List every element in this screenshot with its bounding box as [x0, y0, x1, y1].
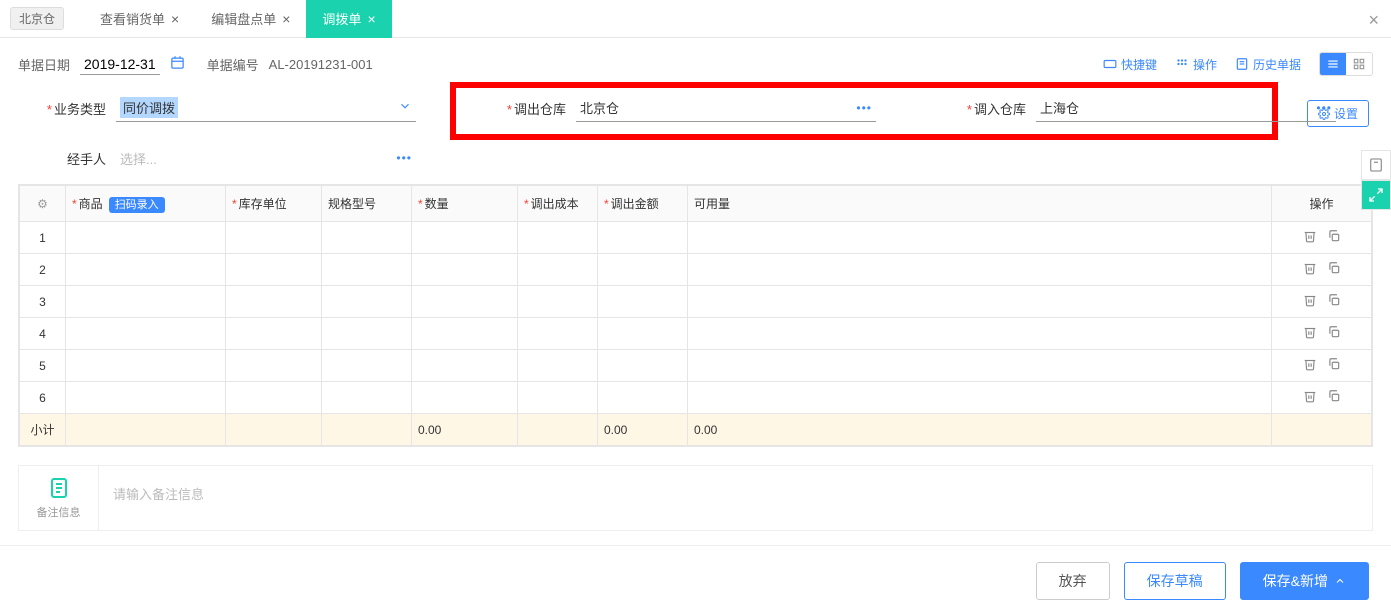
row-index: 2 — [20, 254, 66, 286]
view-toggle — [1319, 52, 1373, 76]
remark-title: 备注信息 — [37, 504, 81, 520]
copy-icon[interactable] — [1327, 325, 1341, 342]
in-wh-label: *调入仓库 — [938, 99, 1026, 118]
clipboard-icon — [47, 476, 71, 500]
more-icon[interactable]: ••• — [396, 151, 412, 165]
subtotal-label: 小计 — [20, 414, 66, 446]
calendar-icon[interactable] — [170, 55, 185, 74]
close-icon[interactable]: × — [367, 11, 375, 27]
row-index: 3 — [20, 286, 66, 318]
table-row[interactable]: 2 — [20, 254, 1372, 286]
discard-button[interactable]: 放弃 — [1036, 562, 1110, 600]
th-spec: 规格型号 — [322, 186, 412, 222]
row-index: 6 — [20, 382, 66, 414]
remark-input[interactable]: 请输入备注信息 — [99, 466, 1372, 530]
remark-section: 备注信息 请输入备注信息 — [18, 465, 1373, 531]
th-out-cost: *调出成本 — [518, 186, 598, 222]
chevron-down-icon — [398, 99, 412, 116]
tabs-bar: 北京仓 查看销货单 × 编辑盘点单 × 调拨单 × × — [0, 0, 1391, 38]
th-gear[interactable]: ⚙ — [20, 186, 66, 222]
th-out-amount: *调出金额 — [598, 186, 688, 222]
scan-badge[interactable]: 扫码录入 — [109, 197, 165, 213]
items-table: ⚙ *商品扫码录入 *库存单位 规格型号 *数量 *调出成本 *调出金额 可用量… — [19, 185, 1372, 446]
out-wh-label: *调出仓库 — [478, 99, 566, 118]
code-value: AL-20191231-001 — [269, 57, 373, 72]
delete-icon[interactable] — [1303, 325, 1317, 342]
row-index: 4 — [20, 318, 66, 350]
field-in-warehouse: *调入仓库 上海仓 ••• — [938, 94, 1336, 122]
copy-icon[interactable] — [1327, 261, 1341, 278]
chevron-up-icon — [1334, 575, 1346, 587]
view-list-icon[interactable] — [1320, 53, 1346, 75]
more-icon[interactable]: ••• — [856, 101, 872, 115]
header-actions: 快捷键 操作 历史单据 — [1103, 52, 1373, 76]
subtotal-amount: 0.00 — [598, 414, 688, 446]
in-wh-select[interactable]: 上海仓 ••• — [1036, 94, 1336, 122]
copy-icon[interactable] — [1327, 293, 1341, 310]
out-wh-select[interactable]: 北京仓 ••• — [576, 94, 876, 122]
table-wrap: ⚙ *商品扫码录入 *库存单位 规格型号 *数量 *调出成本 *调出金额 可用量… — [18, 184, 1373, 447]
tab-label: 编辑盘点单 — [211, 9, 276, 28]
date-label: 单据日期 — [18, 55, 70, 74]
copy-icon[interactable] — [1327, 229, 1341, 246]
save-draft-button[interactable]: 保存草稿 — [1124, 562, 1226, 600]
tab-inventory-edit[interactable]: 编辑盘点单 × — [195, 0, 306, 38]
more-icon[interactable]: ••• — [1316, 101, 1332, 115]
handler-label: 经手人 — [18, 149, 106, 168]
th-qty: *数量 — [412, 186, 518, 222]
doc-header: 单据日期 2019-12-31 单据编号 AL-20191231-001 快捷键… — [0, 38, 1391, 90]
handler-select[interactable]: 选择... ••• — [116, 144, 416, 172]
table-row[interactable]: 5 — [20, 350, 1372, 382]
tab-transfer[interactable]: 调拨单 × — [306, 0, 391, 38]
tab-sales[interactable]: 查看销货单 × — [84, 0, 195, 38]
field-biz-type: *业务类型 同价调拨 — [18, 94, 416, 122]
close-icon[interactable]: × — [282, 11, 290, 27]
subtotal-qty: 0.00 — [412, 414, 518, 446]
copy-icon[interactable] — [1327, 389, 1341, 406]
tab-label: 调拨单 — [322, 9, 361, 28]
history-link[interactable]: 历史单据 — [1235, 56, 1301, 73]
table-row[interactable]: 4 — [20, 318, 1372, 350]
th-available: 可用量 — [688, 186, 1272, 222]
side-expand-icon[interactable] — [1361, 180, 1391, 210]
save-new-button[interactable]: 保存&新增 — [1240, 562, 1369, 600]
delete-icon[interactable] — [1303, 261, 1317, 278]
remark-title-block: 备注信息 — [19, 466, 99, 530]
biz-type-select[interactable]: 同价调拨 — [116, 94, 416, 122]
shortcut-link[interactable]: 快捷键 — [1103, 56, 1157, 73]
operate-link[interactable]: 操作 — [1175, 56, 1217, 73]
delete-icon[interactable] — [1303, 389, 1317, 406]
copy-icon[interactable] — [1327, 357, 1341, 374]
location-tag[interactable]: 北京仓 — [10, 7, 64, 30]
code-label: 单据编号 — [207, 55, 259, 74]
table-row[interactable]: 6 — [20, 382, 1372, 414]
side-tabs — [1361, 150, 1391, 210]
th-op: 操作 — [1272, 186, 1372, 222]
th-product: *商品扫码录入 — [66, 186, 226, 222]
side-memo-icon[interactable] — [1361, 150, 1391, 180]
delete-icon[interactable] — [1303, 357, 1317, 374]
form-area: 设置 *业务类型 同价调拨 *调出仓库 北京仓 ••• *调入仓库 上海仓 ••… — [0, 90, 1391, 176]
subtotal-row: 小计 0.00 0.00 0.00 — [20, 414, 1372, 446]
subtotal-available: 0.00 — [688, 414, 1272, 446]
row-index: 1 — [20, 222, 66, 254]
th-unit: *库存单位 — [226, 186, 322, 222]
table-row[interactable]: 3 — [20, 286, 1372, 318]
field-out-warehouse: *调出仓库 北京仓 ••• — [478, 94, 876, 122]
field-handler: 经手人 选择... ••• — [18, 144, 416, 172]
tab-label: 查看销货单 — [100, 9, 165, 28]
delete-icon[interactable] — [1303, 293, 1317, 310]
gear-icon: ⚙ — [37, 197, 48, 211]
view-grid-icon[interactable] — [1346, 53, 1372, 75]
biz-type-label: *业务类型 — [18, 99, 106, 118]
close-icon[interactable]: × — [171, 11, 179, 27]
row-index: 5 — [20, 350, 66, 382]
delete-icon[interactable] — [1303, 229, 1317, 246]
date-value[interactable]: 2019-12-31 — [80, 54, 160, 75]
global-close-icon[interactable]: × — [1368, 10, 1379, 31]
footer: 放弃 保存草稿 保存&新增 — [0, 545, 1391, 616]
table-row[interactable]: 1 — [20, 222, 1372, 254]
